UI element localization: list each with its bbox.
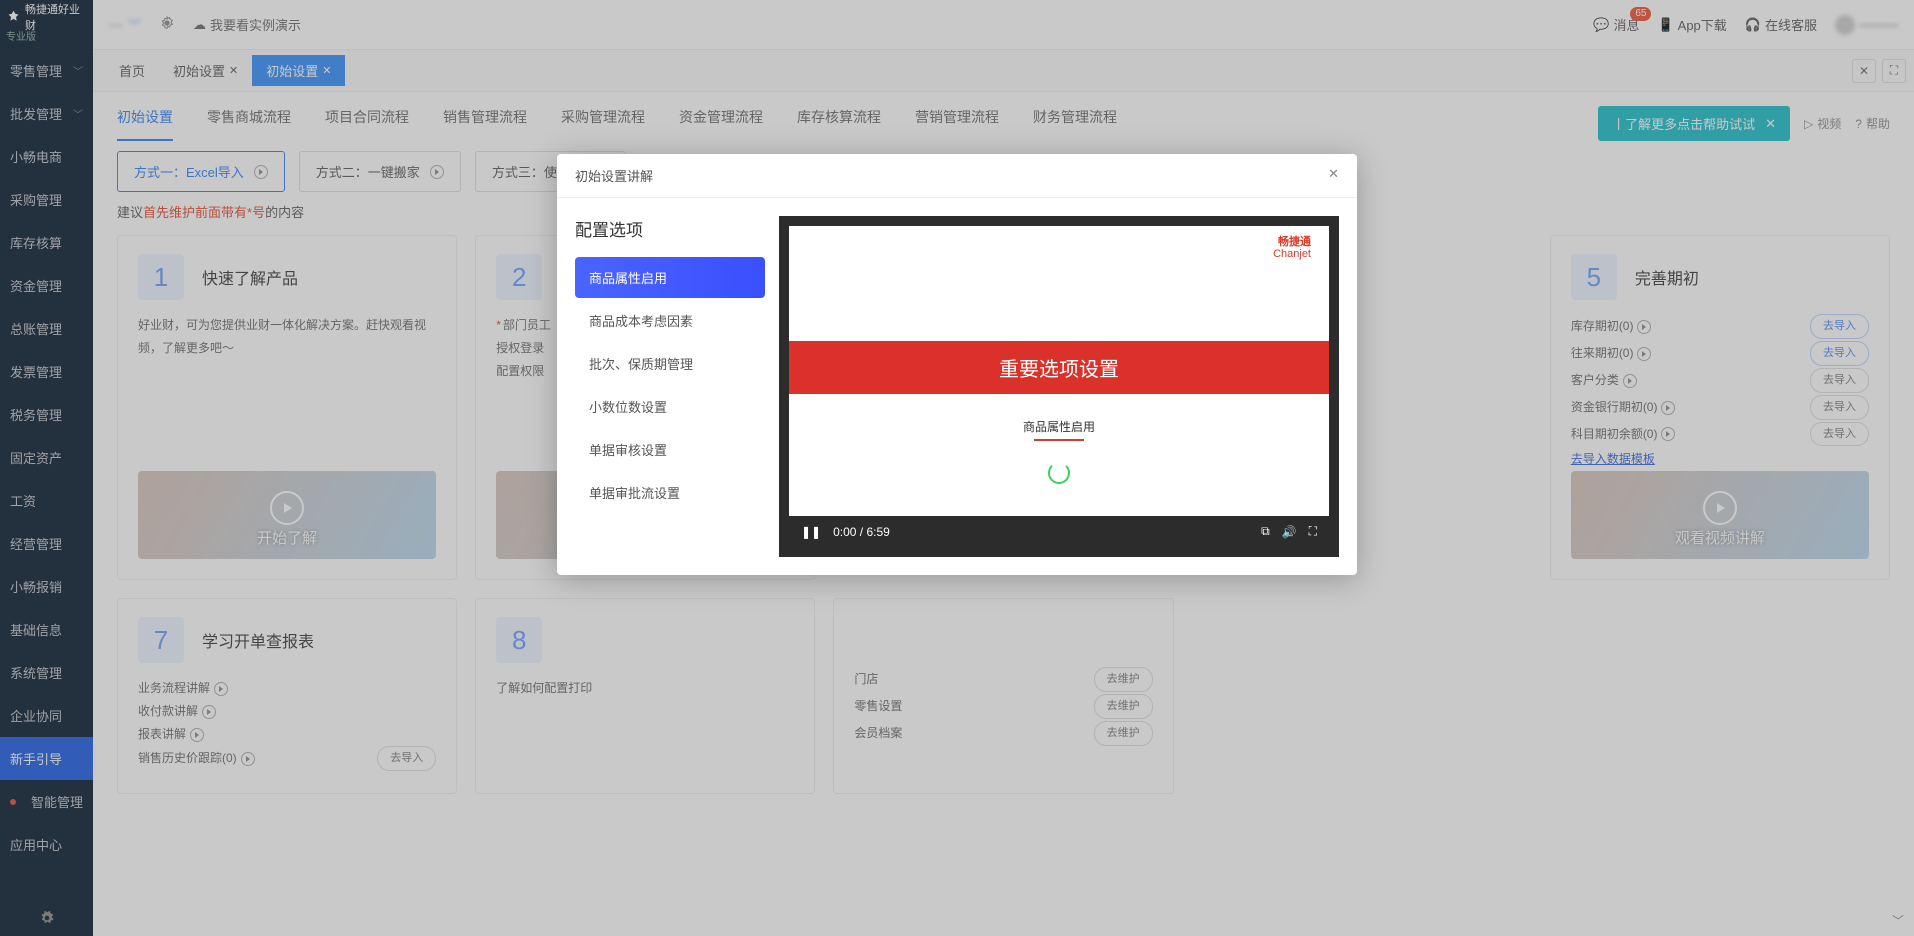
video-brand: 畅捷通Chanjet bbox=[1273, 236, 1311, 260]
video-time: 0:00 / 6:59 bbox=[833, 525, 890, 539]
video-player: 畅捷通Chanjet 重要选项设置 商品属性启用 ❚❚ 0:00 / 6:59 … bbox=[779, 216, 1339, 557]
video-subtitle: 商品属性启用 bbox=[789, 418, 1329, 441]
modal-nav: 配置选项 商品属性启用商品成本考虑因素批次、保质期管理小数位数设置单据审核设置单… bbox=[575, 216, 765, 557]
pip-icon[interactable]: ⧉ bbox=[1261, 524, 1270, 539]
modal-nav-item-0[interactable]: 商品属性启用 bbox=[575, 257, 765, 298]
pause-icon[interactable]: ❚❚ bbox=[801, 525, 821, 539]
modal-nav-item-3[interactable]: 小数位数设置 bbox=[575, 386, 765, 427]
modal-heading: 配置选项 bbox=[575, 216, 765, 241]
loading-icon bbox=[1048, 462, 1070, 484]
video-banner: 重要选项设置 bbox=[789, 341, 1329, 394]
volume-icon[interactable]: 🔊 bbox=[1282, 525, 1297, 539]
modal-nav-item-5[interactable]: 单据审批流设置 bbox=[575, 472, 765, 513]
modal-nav-item-4[interactable]: 单据审核设置 bbox=[575, 429, 765, 470]
modal-nav-item-2[interactable]: 批次、保质期管理 bbox=[575, 343, 765, 384]
modal-title: 初始设置讲解 bbox=[575, 166, 653, 185]
modal-nav-item-1[interactable]: 商品成本考虑因素 bbox=[575, 300, 765, 341]
fullscreen-icon[interactable]: ⛶ bbox=[1309, 524, 1317, 539]
close-icon[interactable]: ✕ bbox=[1328, 166, 1339, 185]
modal-overlay[interactable]: 初始设置讲解 ✕ 配置选项 商品属性启用商品成本考虑因素批次、保质期管理小数位数… bbox=[0, 0, 1914, 936]
modal: 初始设置讲解 ✕ 配置选项 商品属性启用商品成本考虑因素批次、保质期管理小数位数… bbox=[557, 154, 1357, 575]
